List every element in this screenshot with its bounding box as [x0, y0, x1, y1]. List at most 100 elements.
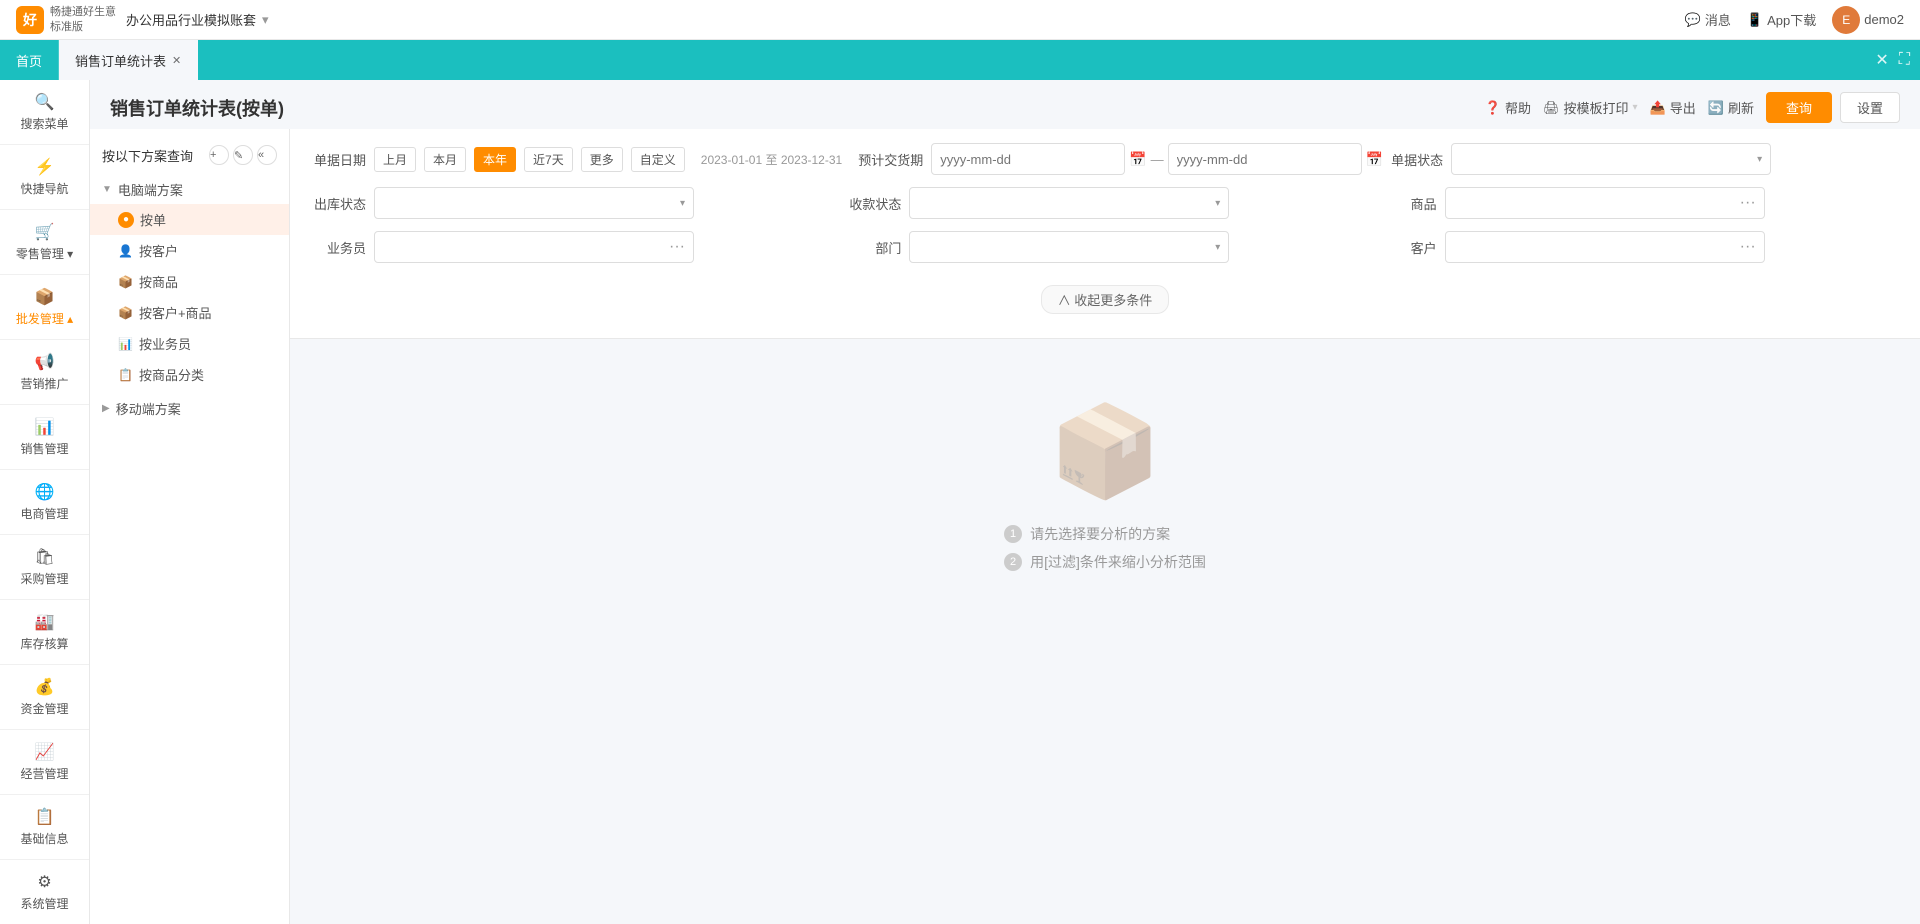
inventory-icon: 🏭 — [6, 612, 83, 632]
sidebar-item-marketing[interactable]: 📢 营销推广 — [0, 340, 89, 405]
scheme-item-by-customer[interactable]: 👤 按客户 — [90, 235, 289, 266]
expected-date-from-input[interactable] — [931, 143, 1125, 175]
department-arrow-icon: ▾ — [1215, 242, 1220, 253]
date-btn-this-month[interactable]: 本月 — [424, 147, 466, 172]
page-header: 销售订单统计表(按单) ❓ 帮助 🖨 按模板打印 ▾ 📤 导出 🔄 刷新 — [90, 80, 1920, 129]
help-icon: ❓ — [1485, 100, 1501, 116]
refresh-button[interactable]: 🔄 刷新 — [1708, 98, 1754, 117]
scheme-item-by-salesperson[interactable]: 📊 按业务员 — [90, 328, 289, 359]
date-btn-last-7-days[interactable]: 近7天 — [524, 147, 573, 172]
date-btn-last-month[interactable]: 上月 — [374, 147, 416, 172]
tab-close-icon[interactable]: ✕ — [172, 54, 181, 67]
print-arrow-icon: ▾ — [1633, 102, 1638, 113]
template-print-button[interactable]: 🖨 按模板打印 ▾ — [1543, 98, 1638, 117]
sidebar-item-retail[interactable]: 🛒 零售管理 ▾ — [0, 210, 89, 275]
department-label: 部门 — [845, 238, 901, 257]
user-name: demo2 — [1864, 12, 1904, 27]
scheme-panel-header: 按以下方案查询 + ✎ « — [90, 139, 289, 171]
system-icon: ⚙ — [6, 872, 83, 892]
sidebar-item-purchase[interactable]: 🛍 采购管理 — [0, 535, 89, 600]
expected-date-section: 预计交货期 📅 — 📅 — [858, 143, 1371, 175]
customer-section: 客户 ··· — [1381, 231, 1900, 263]
scheme-group-desktop-header[interactable]: ▼ 电脑端方案 — [90, 175, 289, 204]
scheme-add-button[interactable]: + — [209, 145, 229, 165]
sidebar-item-inventory[interactable]: 🏭 库存核算 — [0, 600, 89, 665]
customer-icon: 👤 — [118, 244, 133, 258]
department-section: 部门 ▾ — [845, 231, 1364, 263]
setting-button[interactable]: 设置 — [1840, 92, 1900, 123]
empty-tip-1: 1 请先选择要分析的方案 — [1004, 524, 1206, 544]
collapse-button[interactable]: ∧ 收起更多条件 — [1041, 285, 1170, 314]
sidebar-item-sales[interactable]: 📊 销售管理 — [0, 405, 89, 470]
date-btn-custom[interactable]: 自定义 — [631, 147, 685, 172]
shipment-arrow-icon: ▾ — [680, 198, 685, 209]
payment-select[interactable]: ▾ — [909, 187, 1229, 219]
help-label: 帮助 — [1505, 98, 1531, 117]
goods-category-icon: 📋 — [118, 368, 133, 382]
tab-bar: 首页 销售订单统计表 ✕ ✕ ⛶ — [0, 40, 1920, 80]
goods-select[interactable]: ··· — [1445, 187, 1765, 219]
query-button[interactable]: 查询 — [1766, 92, 1832, 123]
sidebar-purchase-label: 采购管理 — [20, 572, 68, 586]
sidebar-basic-label: 基础信息 — [20, 832, 68, 846]
sidebar-item-basic[interactable]: 📋 基础信息 — [0, 795, 89, 860]
sidebar-item-system[interactable]: ⚙ 系统管理 — [0, 860, 89, 924]
sidebar-item-search[interactable]: 🔍 搜索菜单 — [0, 80, 89, 145]
refresh-label: 刷新 — [1728, 98, 1754, 117]
main-content-right: 单据日期 上月 本月 本年 近7天 更多 自定义 2023-01-0 — [290, 129, 1920, 924]
customer-dots[interactable]: ··· — [1740, 238, 1756, 256]
empty-tip-2-text: 用[过滤]条件来缩小分析范围 — [1030, 552, 1206, 572]
breadcrumb-area[interactable]: 办公用品行业模拟账套 ▾ — [126, 10, 269, 29]
salesperson-select[interactable]: ··· — [374, 231, 694, 263]
scheme-item-by-goods-category[interactable]: 📋 按商品分类 — [90, 359, 289, 390]
ecommerce-icon: 🌐 — [6, 482, 83, 502]
shipment-select[interactable]: ▾ — [374, 187, 694, 219]
page-title: 销售订单统计表(按单) — [110, 95, 284, 121]
tab-close-window-btn[interactable]: ✕ — [1875, 50, 1888, 70]
scheme-item-by-customer-goods[interactable]: 📦 按客户+商品 — [90, 297, 289, 328]
sidebar-operations-label: 经营管理 — [20, 767, 68, 781]
export-button[interactable]: 📤 导出 — [1650, 98, 1696, 117]
scheme-group-mobile-header[interactable]: ▶ 移动端方案 — [90, 394, 289, 423]
add-icon: + — [210, 149, 228, 161]
page-actions: ❓ 帮助 🖨 按模板打印 ▾ 📤 导出 🔄 刷新 查询 — [1485, 92, 1900, 123]
date-btn-more[interactable]: 更多 — [581, 147, 623, 172]
salesperson-dots[interactable]: ··· — [669, 238, 685, 256]
customer-select[interactable]: ··· — [1445, 231, 1765, 263]
basic-icon: 📋 — [6, 807, 83, 827]
calendar-from-icon[interactable]: 📅 — [1129, 151, 1146, 168]
app-download-button[interactable]: 📱 App下载 — [1747, 10, 1816, 29]
sidebar-item-ecommerce[interactable]: 🌐 电商管理 — [0, 470, 89, 535]
user-area[interactable]: E demo2 — [1832, 6, 1904, 34]
triangle-down-icon: ▼ — [102, 184, 112, 195]
tab-sales-order[interactable]: 销售订单统计表 ✕ — [59, 40, 198, 80]
date-btn-current-year[interactable]: 本年 — [474, 147, 516, 172]
salesperson-icon: 📊 — [118, 337, 133, 351]
calendar-to-icon[interactable]: 📅 — [1366, 151, 1383, 168]
sidebar-item-quick-nav[interactable]: ⚡ 快捷导航 — [0, 145, 89, 210]
scheme-item-by-goods[interactable]: 📦 按商品 — [90, 266, 289, 297]
scheme-collapse-button[interactable]: « — [257, 145, 277, 165]
filter-row-1: 单据日期 上月 本月 本年 近7天 更多 自定义 2023-01-0 — [310, 143, 1900, 175]
scheme-group-mobile: ▶ 移动端方案 — [90, 394, 289, 423]
tab-home[interactable]: 首页 — [0, 40, 59, 80]
message-button[interactable]: 💬 消息 — [1685, 10, 1731, 29]
tab-fullscreen-btn[interactable]: ⛶ — [1899, 51, 1910, 69]
scheme-item-by-customer-label: 按客户 — [139, 241, 178, 260]
sidebar-item-operations[interactable]: 📈 经营管理 — [0, 730, 89, 795]
print-icon: 🖨 — [1543, 100, 1560, 116]
sidebar-item-finance[interactable]: 💰 资金管理 — [0, 665, 89, 730]
scheme-edit-button[interactable]: ✎ — [233, 145, 253, 165]
breadcrumb-arrow[interactable]: ▾ — [262, 12, 269, 28]
expected-date-to-input[interactable] — [1168, 143, 1362, 175]
payment-section: 收款状态 ▾ — [845, 187, 1364, 219]
message-label: 消息 — [1705, 10, 1731, 29]
goods-dots[interactable]: ··· — [1740, 194, 1756, 212]
sidebar-item-wholesale[interactable]: 📦 批发管理 ▴ — [0, 275, 89, 340]
sidebar-retail-label: 零售管理 ▾ — [16, 247, 73, 261]
scheme-item-by-order[interactable]: ● 按单 — [90, 204, 289, 235]
help-button[interactable]: ❓ 帮助 — [1485, 98, 1531, 117]
status-select[interactable]: ▾ — [1451, 143, 1771, 175]
department-select[interactable]: ▾ — [909, 231, 1229, 263]
refresh-icon: 🔄 — [1708, 100, 1724, 116]
